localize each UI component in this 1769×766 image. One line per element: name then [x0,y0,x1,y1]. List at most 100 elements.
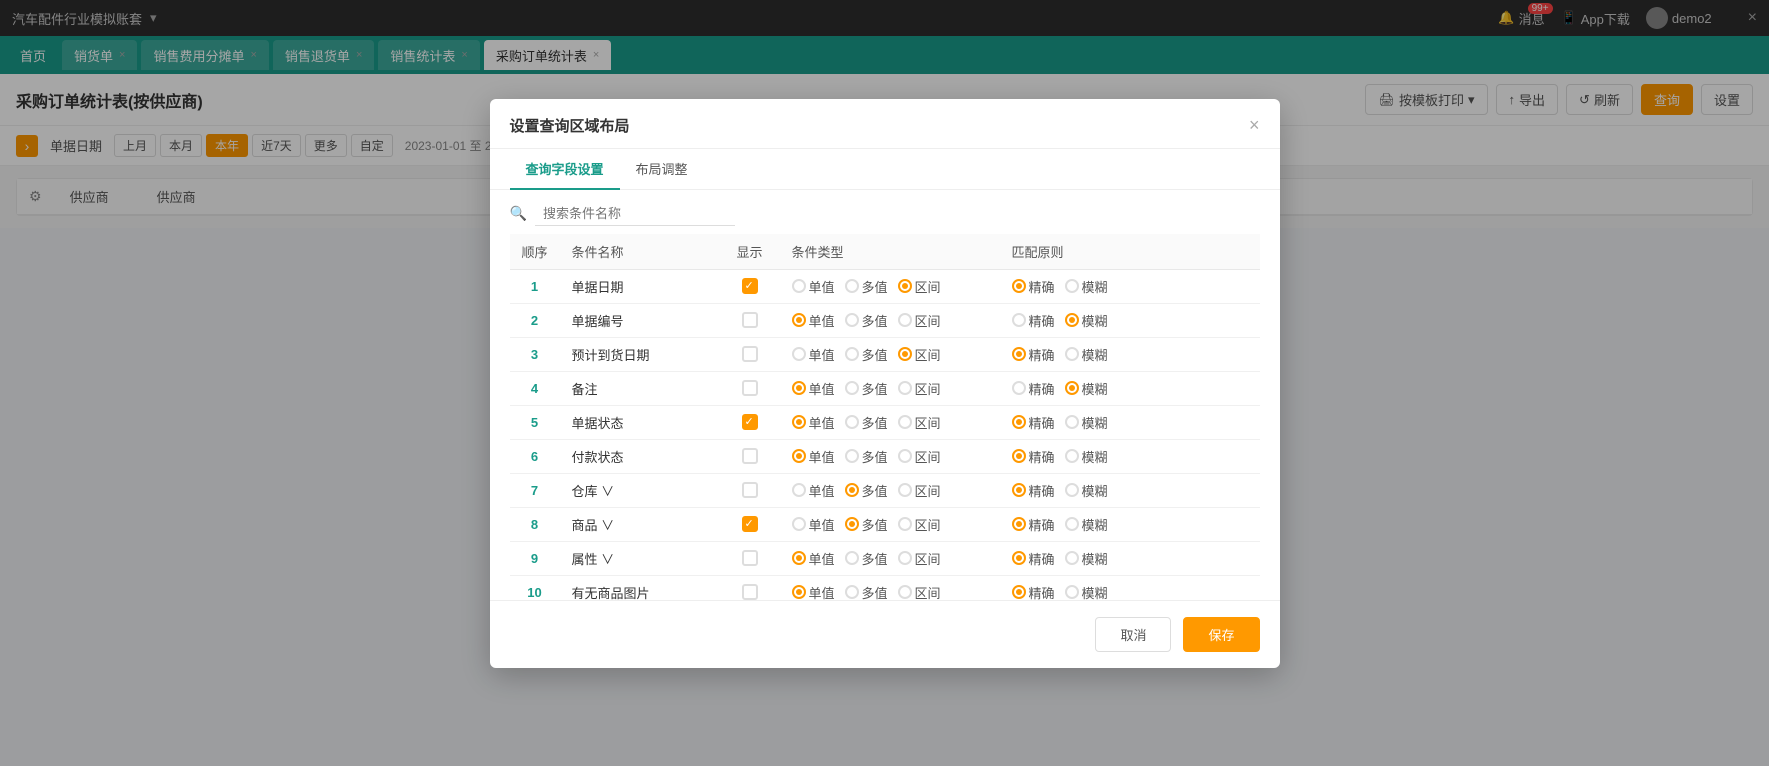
radio-match-模糊[interactable]: 模糊 [1065,345,1108,364]
radio-match-模糊[interactable]: 模糊 [1065,583,1108,600]
radio-match-精确[interactable]: 精确 [1012,447,1055,466]
show-checkbox[interactable] [742,482,758,498]
radio-type-多值[interactable]: 多值 [845,379,888,398]
radio-type-单值[interactable]: 单值 [792,481,835,500]
radio-match-精确[interactable]: 精确 [1012,277,1055,296]
radio-circle [1065,347,1079,361]
radio-circle [792,347,806,361]
show-checkbox[interactable] [742,448,758,464]
cancel-button[interactable]: 取消 [1095,617,1171,652]
radio-type-多值[interactable]: 多值 [845,277,888,296]
radio-type-多值[interactable]: 多值 [845,413,888,432]
row-condition-name: 付款状态 [560,439,720,473]
show-checkbox[interactable] [742,584,758,599]
row-type-cell: 单值多值区间 [780,303,1000,337]
show-checkbox[interactable] [742,312,758,328]
radio-match-精确[interactable]: 精确 [1012,515,1055,534]
row-order: 4 [510,371,560,405]
radio-type-单值[interactable]: 单值 [792,379,835,398]
radio-match-模糊[interactable]: 模糊 [1065,447,1108,466]
radio-circle [845,415,859,429]
radio-circle [845,347,859,361]
radio-circle [898,585,912,599]
row-show-cell [720,473,780,507]
row-order: 3 [510,337,560,371]
dialog-search-bar: 🔍 [490,190,1280,234]
row-condition-name: 预计到货日期 [560,337,720,371]
radio-match-模糊[interactable]: 模糊 [1065,277,1108,296]
radio-circle [792,551,806,565]
radio-type-多值[interactable]: 多值 [845,311,888,330]
row-show-cell [720,541,780,575]
search-input[interactable] [535,202,735,226]
row-type-cell: 单值多值区间 [780,371,1000,405]
show-checkbox[interactable] [742,346,758,362]
radio-type-单值[interactable]: 单值 [792,515,835,534]
col-header-show: 显示 [720,242,780,261]
radio-match-精确[interactable]: 精确 [1012,549,1055,568]
radio-type-区间[interactable]: 区间 [898,345,941,364]
row-match-cell: 精确模糊 [1000,405,1260,439]
show-checkbox[interactable] [742,414,758,430]
radio-match-精确[interactable]: 精确 [1012,379,1055,398]
radio-match-模糊[interactable]: 模糊 [1065,311,1108,330]
radio-circle [1012,449,1026,463]
radio-type-区间[interactable]: 区间 [898,481,941,500]
radio-type-区间[interactable]: 区间 [898,379,941,398]
radio-circle [845,551,859,565]
radio-match-模糊[interactable]: 模糊 [1065,413,1108,432]
radio-match-模糊[interactable]: 模糊 [1065,481,1108,500]
radio-type-单值[interactable]: 单值 [792,413,835,432]
tab-query-fields[interactable]: 查询字段设置 [510,149,620,190]
radio-type-区间[interactable]: 区间 [898,549,941,568]
radio-circle [1012,585,1026,599]
radio-type-多值[interactable]: 多值 [845,515,888,534]
row-show-cell [720,507,780,541]
col-header-match: 匹配原则 [1000,242,1260,261]
table-row: 4备注单值多值区间精确模糊 [510,371,1260,405]
radio-circle [1065,585,1079,599]
radio-match-模糊[interactable]: 模糊 [1065,515,1108,534]
radio-match-精确[interactable]: 精确 [1012,311,1055,330]
radio-circle [845,585,859,599]
modal-overlay: 设置查询区域布局 × 查询字段设置 布局调整 🔍 顺序 条件名称 显示 条件类型… [0,0,1769,766]
show-checkbox[interactable] [742,278,758,294]
radio-type-单值[interactable]: 单值 [792,583,835,600]
radio-match-精确[interactable]: 精确 [1012,583,1055,600]
radio-type-多值[interactable]: 多值 [845,549,888,568]
show-checkbox[interactable] [742,380,758,396]
save-button[interactable]: 保存 [1183,617,1259,652]
radio-type-区间[interactable]: 区间 [898,583,941,600]
radio-match-精确[interactable]: 精确 [1012,345,1055,364]
row-show-cell [720,405,780,439]
radio-match-模糊[interactable]: 模糊 [1065,379,1108,398]
radio-type-单值[interactable]: 单值 [792,549,835,568]
row-match-cell: 精确模糊 [1000,303,1260,337]
radio-type-区间[interactable]: 区间 [898,277,941,296]
radio-match-模糊[interactable]: 模糊 [1065,549,1108,568]
radio-circle [792,585,806,599]
show-checkbox[interactable] [742,516,758,532]
radio-type-区间[interactable]: 区间 [898,447,941,466]
radio-type-多值[interactable]: 多值 [845,481,888,500]
show-checkbox[interactable] [742,550,758,566]
dialog-close-button[interactable]: × [1249,116,1260,134]
radio-type-区间[interactable]: 区间 [898,515,941,534]
radio-type-多值[interactable]: 多值 [845,583,888,600]
radio-type-单值[interactable]: 单值 [792,311,835,330]
radio-type-单值[interactable]: 单值 [792,447,835,466]
row-type-cell: 单值多值区间 [780,405,1000,439]
row-show-cell [720,575,780,600]
tab-layout-adjust[interactable]: 布局调整 [620,149,704,190]
radio-type-区间[interactable]: 区间 [898,311,941,330]
radio-circle [792,381,806,395]
radio-type-多值[interactable]: 多值 [845,447,888,466]
radio-match-精确[interactable]: 精确 [1012,481,1055,500]
radio-type-单值[interactable]: 单值 [792,277,835,296]
table-row: 3预计到货日期 单值多值区间 精确模糊 [510,337,1260,371]
radio-type-多值[interactable]: 多值 [845,345,888,364]
row-show-cell [720,371,780,405]
radio-type-单值[interactable]: 单值 [792,345,835,364]
radio-match-精确[interactable]: 精确 [1012,413,1055,432]
radio-type-区间[interactable]: 区间 [898,413,941,432]
